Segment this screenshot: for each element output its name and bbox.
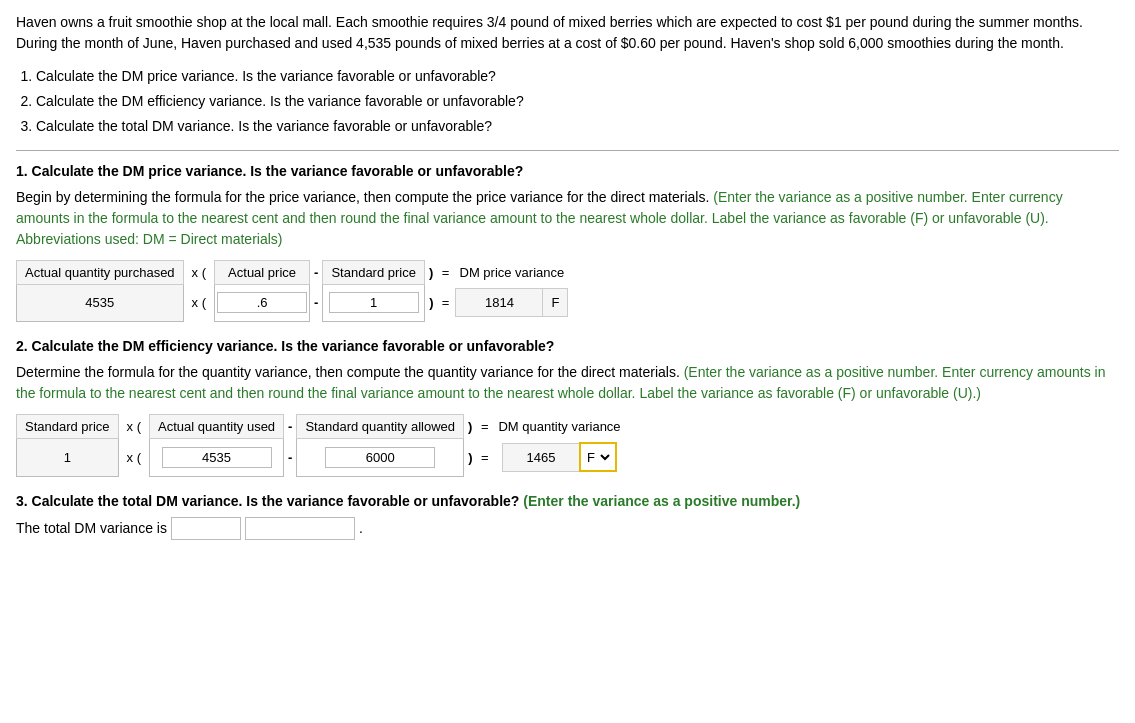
question-2-item: Calculate the DM efficiency variance. Is…	[36, 89, 1119, 114]
s2-header-sp: Standard price	[17, 414, 119, 438]
total-variance-period: .	[359, 520, 363, 536]
s1-op-minus1: -	[310, 260, 323, 284]
question-3-item: Calculate the total DM variance. Is the …	[36, 114, 1119, 139]
section2-instruction: Determine the formula for the quantity v…	[16, 362, 1119, 404]
s1-standard-price-input[interactable]	[329, 292, 419, 313]
s2-result-flag-cell[interactable]: F U	[580, 443, 616, 471]
s2-std-qty-input[interactable]	[325, 447, 435, 468]
s2-header-aqu: Actual quantity used	[150, 414, 284, 438]
questions-list: Calculate the DM price variance. Is the …	[16, 64, 1119, 140]
s2-op-minus1: -	[284, 414, 297, 438]
total-variance-row: The total DM variance is .	[16, 517, 1119, 540]
section3-heading: 3. Calculate the total DM variance. Is t…	[16, 493, 1119, 509]
s1-result-value	[456, 289, 543, 317]
s2-result-label: DM quantity variance	[492, 414, 626, 438]
s2-input-sqa[interactable]	[297, 438, 464, 476]
s2-result-input[interactable]	[511, 448, 571, 467]
s2-op-paren: )	[464, 414, 477, 438]
s1-op-paren: )	[424, 260, 437, 284]
s2-paren-close2: )	[464, 438, 477, 476]
section1-formula-table: Actual quantity purchased x ( Actual pri…	[16, 260, 571, 322]
s2-eq2: =	[477, 438, 493, 476]
s2-result-value	[503, 443, 581, 471]
s2-flag-select[interactable]: F U	[583, 449, 613, 466]
s2-val-sp: 1	[17, 438, 119, 476]
s1-result-label: DM price variance	[453, 260, 570, 284]
divider	[16, 150, 1119, 151]
s1-result-flag: F	[543, 289, 568, 317]
s2-actual-qty-input[interactable]	[162, 447, 272, 468]
total-variance-input1[interactable]	[171, 517, 241, 540]
s1-eq2: =	[438, 284, 454, 321]
section3: 3. Calculate the total DM variance. Is t…	[16, 493, 1119, 540]
s1-val-aqp: 4535	[17, 284, 184, 321]
s2-op-minus2: -	[284, 438, 297, 476]
s1-input-sp[interactable]	[323, 284, 425, 321]
s1-header-aqp: Actual quantity purchased	[17, 260, 184, 284]
s1-result-area: F	[453, 284, 570, 321]
total-variance-label: The total DM variance is	[16, 520, 167, 536]
s2-val-xp: x (	[118, 438, 149, 476]
s1-val-xp: x (	[183, 284, 214, 321]
section1: 1. Calculate the DM price variance. Is t…	[16, 163, 1119, 322]
s2-result-area: F U	[492, 438, 626, 476]
section1-heading: 1. Calculate the DM price variance. Is t…	[16, 163, 1119, 179]
s1-header-ap: Actual price	[215, 260, 310, 284]
s1-header-sp: Standard price	[323, 260, 425, 284]
section2-formula-table: Standard price x ( Actual quantity used …	[16, 414, 627, 477]
s2-header-xp: x (	[118, 414, 149, 438]
section2-heading: 2. Calculate the DM efficiency variance.…	[16, 338, 1119, 354]
total-variance-input2[interactable]	[245, 517, 355, 540]
s1-result-input[interactable]	[464, 293, 534, 312]
question-1-item: Calculate the DM price variance. Is the …	[36, 64, 1119, 89]
s1-actual-price-input[interactable]	[217, 292, 307, 313]
s1-op-minus2: -	[310, 284, 323, 321]
s2-input-aqu[interactable]	[150, 438, 284, 476]
s1-header-xp: x (	[183, 260, 214, 284]
s1-op-eq: =	[438, 260, 454, 284]
s1-result-table: F	[455, 288, 568, 317]
s1-input-ap[interactable]	[215, 284, 310, 321]
intro-paragraph: Haven owns a fruit smoothie shop at the …	[16, 12, 1119, 54]
section1-instruction: Begin by determining the formula for the…	[16, 187, 1119, 250]
section2: 2. Calculate the DM efficiency variance.…	[16, 338, 1119, 477]
s2-header-sqa: Standard quantity allowed	[297, 414, 464, 438]
s2-result-table: F U	[502, 442, 617, 472]
s2-op-eq: =	[477, 414, 493, 438]
s1-paren-close2: )	[424, 284, 437, 321]
